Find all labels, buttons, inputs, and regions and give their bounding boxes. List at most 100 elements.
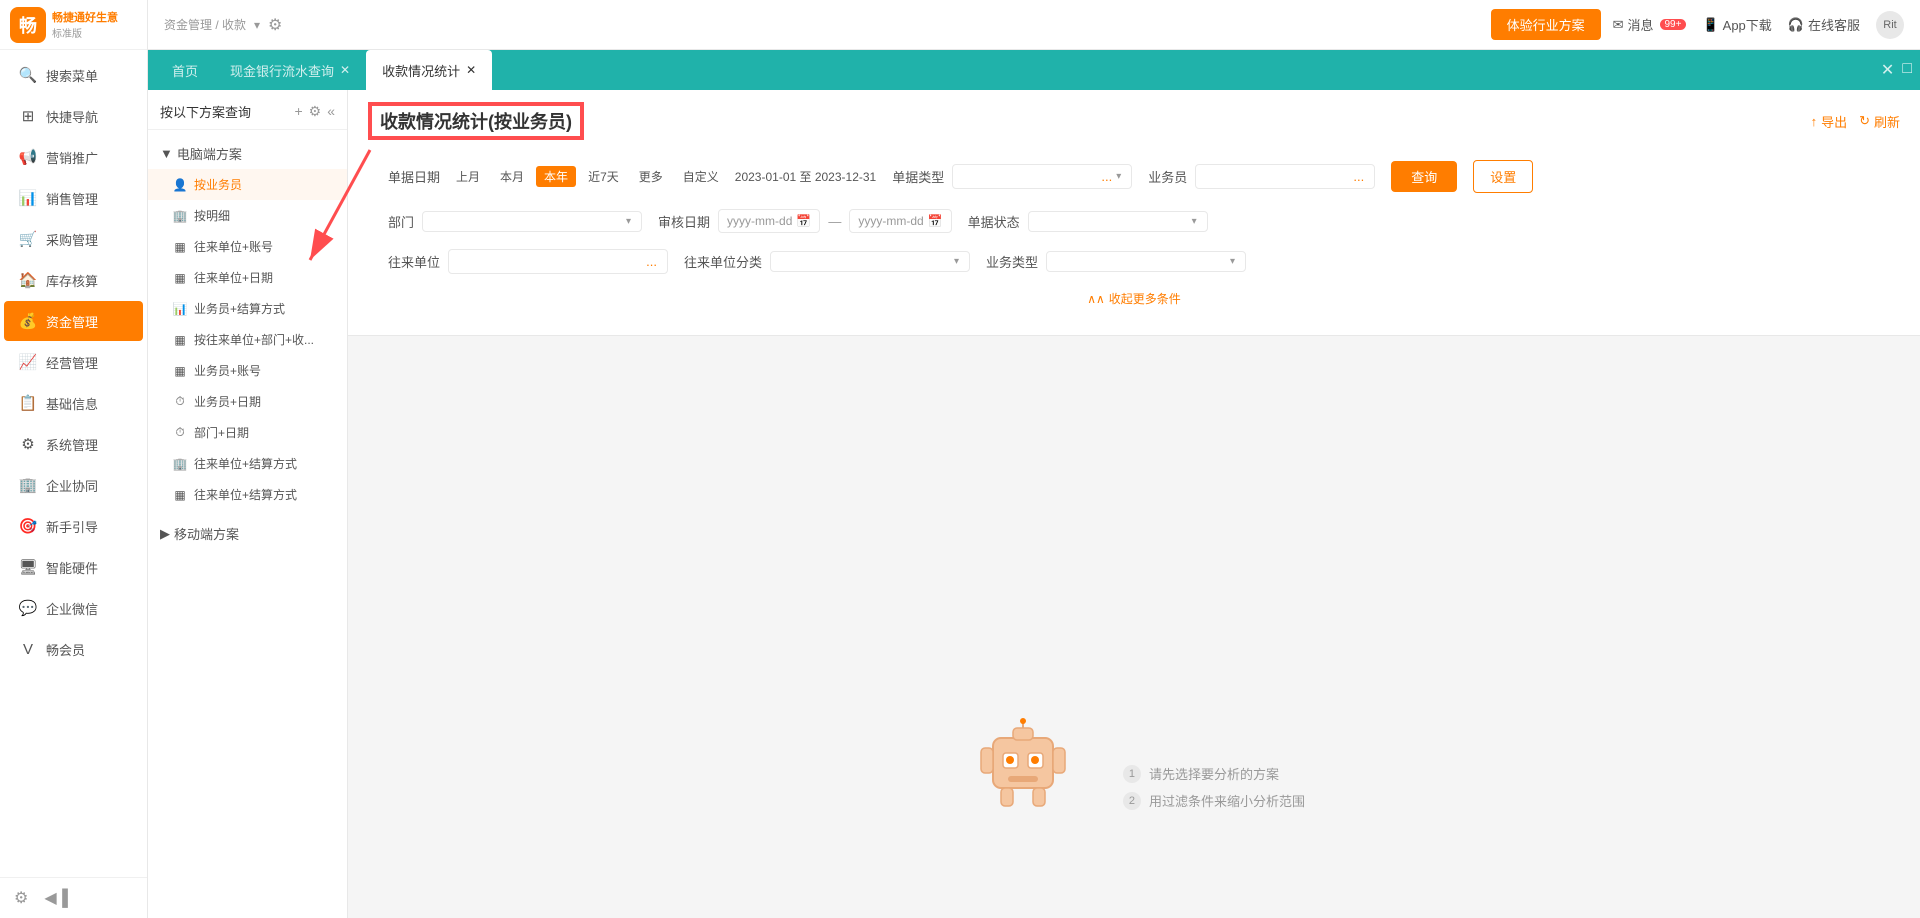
breadcrumb-dropdown-icon[interactable]: ▾ [254,18,260,32]
sidebar-item-system[interactable]: ⚙ 系统管理 [4,424,143,464]
tree-item-salesman-account[interactable]: ▦ 业务员+账号 [148,355,347,386]
sidebar-item-guide[interactable]: 🎯 新手引导 [4,506,143,546]
sidebar-item-hardware[interactable]: 🖥 智能硬件 [4,547,143,587]
message-icon: ✉ [1613,17,1624,33]
sidebar-item-quicknav[interactable]: ⊞ 快捷导航 [4,96,143,136]
sidebar-item-member[interactable]: V 畅会员 [4,629,143,669]
sidebar-item-basic[interactable]: 📋 基础信息 [4,383,143,423]
tree-item-by-detail[interactable]: 🏢 按明细 [148,200,347,231]
sidebar-item-enterprise[interactable]: 🏢 企业协同 [4,465,143,505]
topbar-gear-icon[interactable]: ⚙ [268,15,282,35]
tree-item-unit-date[interactable]: ▦ 往来单位+日期 [148,262,347,293]
tree-item-unit-settle1[interactable]: 🏢 往来单位+结算方式 [148,448,347,479]
export-button[interactable]: ↑ 导出 [1811,112,1848,131]
biz-type-select[interactable]: ▾ [1046,251,1246,272]
scheme-settings-icon[interactable]: ⚙ [309,103,322,120]
quicknav-icon: ⊞ [18,106,38,126]
hardware-icon: 🖥 [18,557,38,577]
tab-bank[interactable]: 现金银行流水查询 ✕ [214,50,366,90]
date-tab-custom[interactable]: 自定义 [675,166,727,187]
dept-filter: 部门 ▾ [388,211,642,232]
tabs-bar: 首页 现金银行流水查询 ✕ 收款情况统计 ✕ ✕ □ [148,50,1920,90]
bottom-collapse-icon[interactable]: ◀▐ [44,888,68,908]
sidebar-item-search[interactable]: 🔍 搜索菜单 [4,55,143,95]
wechat-icon: 💬 [18,598,38,618]
filter-row-2: 部门 ▾ 审核日期 yyyy-mm-dd 📅 [388,201,1880,241]
right-panel: 收款情况统计(按业务员) ↑ 导出 ↻ 刷新 [348,90,1920,918]
purchase-icon: 🛒 [18,229,38,249]
doc-type-select[interactable]: ... ▾ [952,164,1132,189]
counterpart-category-filter: 往来单位分类 ▾ [684,251,970,272]
counterpart-select[interactable]: ... [448,249,668,274]
salesman-settle-icon: 📊 [172,301,188,317]
doc-type-filter: 单据类型 ... ▾ [892,164,1132,189]
query-button[interactable]: 查询 [1391,161,1457,192]
collapse-icon: ∧∧ [1087,292,1105,306]
sidebar-bottom: ⚙ ◀▐ [0,877,147,918]
operation-icon: 📈 [18,352,38,372]
biz-type-label: 业务类型 [986,252,1038,271]
filter-row-1: 单据日期 上月 本月 本年 近7天 更多 自定义 2023-01-01 至 20… [388,152,1880,201]
tree-item-by-salesman[interactable]: 👤 按业务员 [148,169,347,200]
review-date-end[interactable]: yyyy-mm-dd 📅 [849,209,951,233]
tab-receipt-close[interactable]: ✕ [466,63,476,77]
app-download-btn[interactable]: 📱 App下载 [1702,15,1771,34]
refresh-button[interactable]: ↻ 刷新 [1859,112,1900,131]
sidebar-item-inventory[interactable]: 🏠 库存核算 [4,260,143,300]
add-scheme-icon[interactable]: + [294,103,302,120]
tab-home[interactable]: 首页 [156,50,214,90]
tree-item-unit-settle2[interactable]: ▦ 往来单位+结算方式 [148,479,347,510]
counterpart-category-select[interactable]: ▾ [770,251,970,272]
sidebar-item-finance[interactable]: 💰 资金管理 [4,301,143,341]
desktop-section-title[interactable]: ▼ 电脑端方案 [148,138,347,169]
tab-expand-icon[interactable]: □ [1902,60,1912,80]
tab-bank-close[interactable]: ✕ [340,63,350,77]
salesman-more-icon[interactable]: ... [1353,169,1364,184]
tree-item-unit-account[interactable]: ▦ 往来单位+账号 [148,231,347,262]
message-badge: 99+ [1660,19,1687,30]
logo-badge: 标准版 [52,25,118,40]
trial-button[interactable]: 体验行业方案 [1491,9,1601,40]
date-tab-more[interactable]: 更多 [631,166,671,187]
tree-item-salesman-settle[interactable]: 📊 业务员+结算方式 [148,293,347,324]
sidebar-item-wechat[interactable]: 💬 企业微信 [4,588,143,628]
breadcrumb: 资金管理 / 收款 [164,16,246,33]
sidebar-item-marketing[interactable]: 📢 营销推广 [4,137,143,177]
tabs-actions: ✕ □ [1881,60,1912,80]
date-tab-this-year[interactable]: 本年 [536,166,576,187]
calendar-end-icon[interactable]: 📅 [928,214,943,228]
sidebar-item-operation[interactable]: 📈 经营管理 [4,342,143,382]
dept-select[interactable]: ▾ [422,211,642,232]
salesman-select[interactable]: ... [1195,164,1375,189]
calendar-start-icon[interactable]: 📅 [796,214,811,228]
bottom-settings-icon[interactable]: ⚙ [14,888,28,908]
sidebar-item-purchase[interactable]: 🛒 采购管理 [4,219,143,259]
tab-close-all-icon[interactable]: ✕ [1881,60,1894,80]
date-tab-last7[interactable]: 近7天 [580,166,627,187]
page-title: 收款情况统计(按业务员) [370,104,582,138]
scheme-collapse-icon[interactable]: « [327,103,335,120]
tree-item-salesman-date[interactable]: ⏱ 业务员+日期 [148,386,347,417]
date-tab-this-month[interactable]: 本月 [492,166,532,187]
settings-button[interactable]: 设置 [1473,160,1533,193]
salesman-date-icon: ⏱ [172,394,188,410]
doc-type-more-icon[interactable]: ... [1101,169,1112,184]
tree-item-dept-date[interactable]: ⏱ 部门+日期 [148,417,347,448]
counterpart-more-icon[interactable]: ... [646,254,657,269]
mobile-section-title[interactable]: ▶ 移动端方案 [148,518,347,549]
service-btn[interactable]: 🎧 在线客服 [1788,15,1860,34]
sidebar-item-sales[interactable]: 📊 销售管理 [4,178,143,218]
doc-type-arrow: ▾ [1116,171,1121,182]
inventory-icon: 🏠 [18,270,38,290]
collapse-more-btn[interactable]: ∧∧ 收起更多条件 [388,282,1880,315]
doc-status-select[interactable]: ▾ [1028,211,1208,232]
tab-receipt[interactable]: 收款情况统计 ✕ [366,50,492,90]
message-btn[interactable]: ✉ 消息 99+ [1613,15,1687,34]
tree-item-unit-dept-recv[interactable]: ▦ 按往来单位+部门+收... [148,324,347,355]
biz-type-filter: 业务类型 ▾ [986,251,1246,272]
counterpart-category-label: 往来单位分类 [684,252,762,271]
review-date-start[interactable]: yyyy-mm-dd 📅 [718,209,820,233]
date-tab-last-month[interactable]: 上月 [448,166,488,187]
filter-row-3: 往来单位 ... 往来单位分类 ▾ [388,241,1880,282]
user-avatar[interactable]: Rit [1876,11,1904,39]
